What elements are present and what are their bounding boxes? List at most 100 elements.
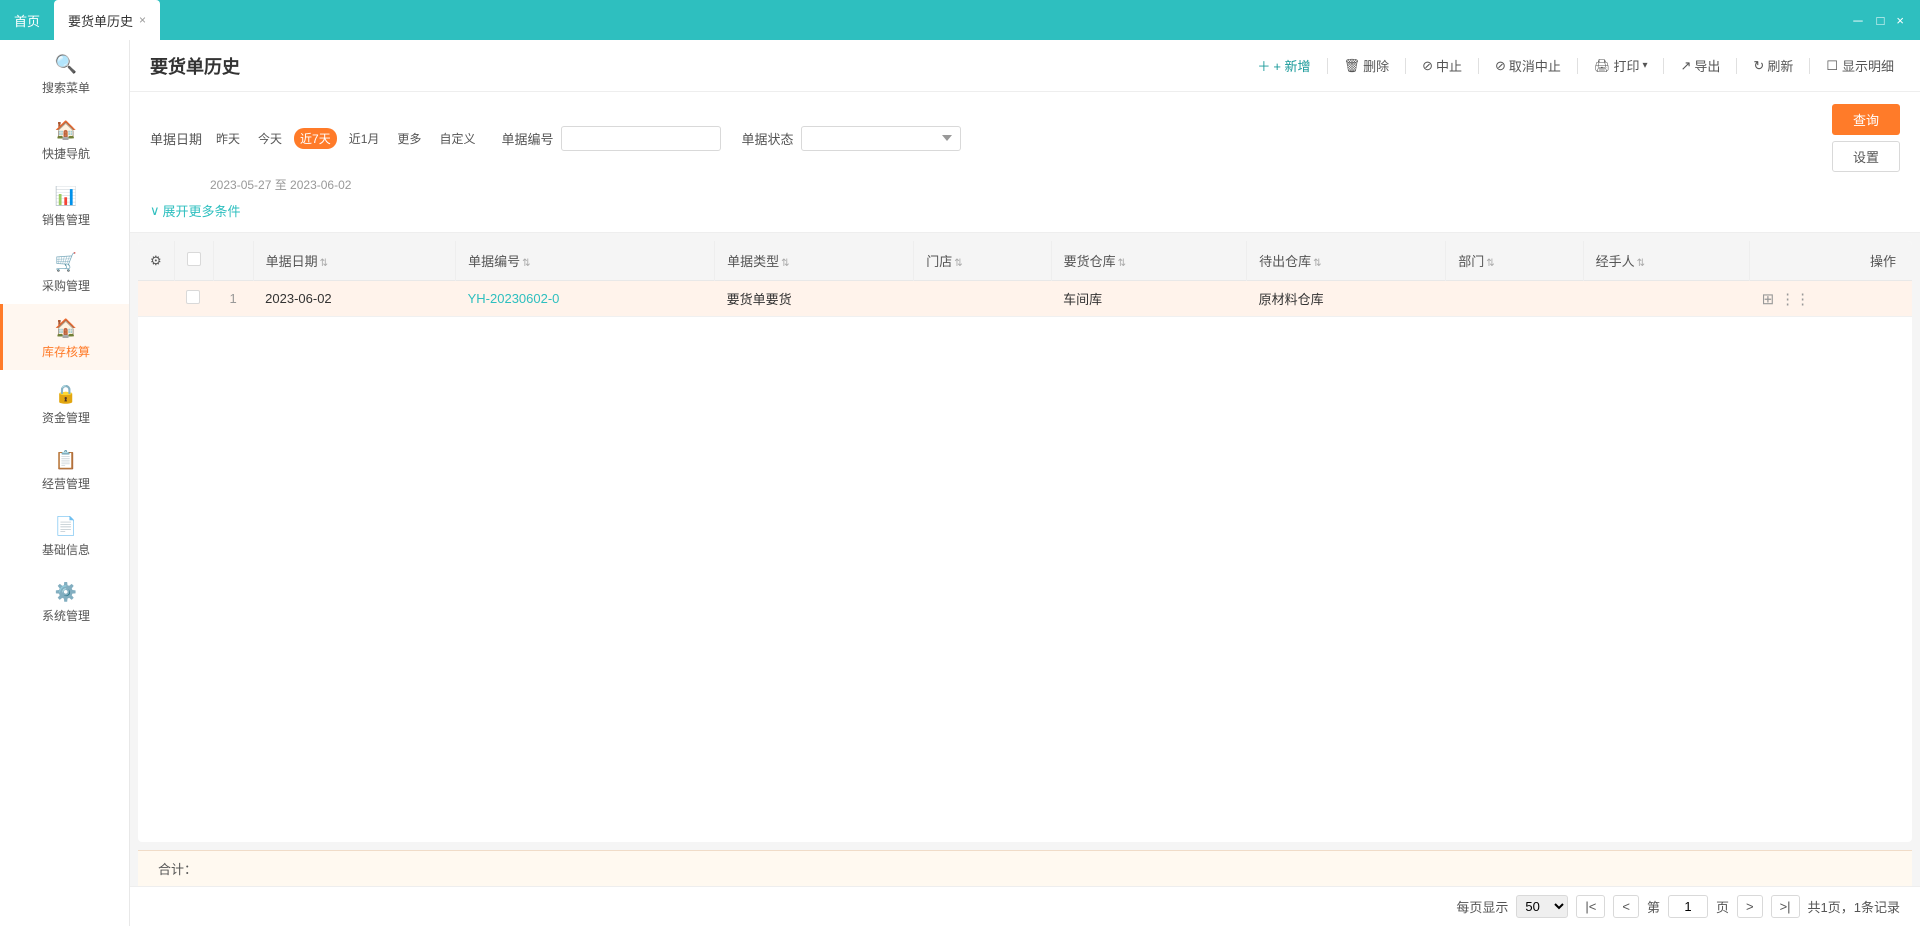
expand-filter[interactable]: ∨ 展开更多条件 bbox=[150, 201, 1900, 220]
stop-icon: ⊘ bbox=[1422, 58, 1433, 74]
row-more-icon[interactable]: ⋮⋮ bbox=[1780, 290, 1810, 308]
export-label: 导出 bbox=[1694, 56, 1720, 75]
sidebar-item-purchase[interactable]: 🛒 采购管理 bbox=[0, 238, 129, 304]
sidebar-item-operations[interactable]: 📋 经营管理 bbox=[0, 436, 129, 502]
date-options: 昨天 今天 近7天 近1月 更多 自定义 bbox=[210, 128, 481, 149]
action-icons: ⊞ ⋮⋮ bbox=[1762, 290, 1900, 308]
inventory-icon: 🏠 bbox=[55, 318, 77, 339]
sidebar-item-inventory[interactable]: 🏠 库存核算 bbox=[0, 304, 129, 370]
display-checkbox: ☐ bbox=[1826, 58, 1838, 74]
system-icon: ⚙️ bbox=[55, 582, 77, 603]
table-container: ⚙ 单据日期⇅ 单据编号⇅ 单据类型⇅ bbox=[138, 241, 1912, 842]
query-button[interactable]: 查询 bbox=[1832, 104, 1900, 135]
first-page-button[interactable]: |< bbox=[1576, 895, 1605, 918]
sidebar-item-sales[interactable]: 📊 销售管理 bbox=[0, 172, 129, 238]
sidebar-label-quick-nav: 快捷导航 bbox=[42, 145, 90, 162]
delete-button[interactable]: 🗑 删除 bbox=[1338, 52, 1396, 79]
expand-icon: ∨ bbox=[150, 203, 160, 219]
date-btn-custom[interactable]: 自定义 bbox=[433, 128, 481, 149]
date-btn-yesterday[interactable]: 昨天 bbox=[210, 128, 246, 149]
row-department bbox=[1446, 281, 1583, 317]
col-action: 操作 bbox=[1750, 241, 1912, 281]
content-area: 要货单历史 ＋ + 新增 🗑 删除 ⊘ 中止 ⊘ bbox=[130, 40, 1920, 926]
filter-actions: 查询 设置 bbox=[1832, 104, 1900, 172]
row-edit-icon[interactable]: ⊞ bbox=[1762, 290, 1775, 308]
export-button[interactable]: ↗ 导出 bbox=[1674, 52, 1726, 79]
quick-nav-icon: 🏠 bbox=[55, 120, 77, 141]
last-page-button[interactable]: >| bbox=[1771, 895, 1800, 918]
tab-requisition-history[interactable]: 要货单历史 × bbox=[54, 0, 160, 40]
sales-icon: 📊 bbox=[55, 186, 77, 207]
date-range-display: 2023-05-27 至 2023-06-02 bbox=[210, 176, 1900, 193]
row-doc-type: 要货单要货 bbox=[715, 281, 914, 317]
col-settings[interactable]: ⚙ bbox=[138, 241, 174, 281]
sidebar-item-system[interactable]: ⚙️ 系统管理 bbox=[0, 568, 129, 634]
cancel-stop-button[interactable]: ⊘ 取消中止 bbox=[1489, 52, 1567, 79]
sort-icon-doc-date: ⇅ bbox=[320, 258, 328, 269]
per-page-select[interactable]: 50 100 bbox=[1516, 895, 1568, 918]
next-page-button[interactable]: > bbox=[1737, 895, 1763, 918]
page-suffix: 页 bbox=[1716, 897, 1729, 916]
main-layout: 🔍 搜索菜单 🏠 快捷导航 📊 销售管理 🛒 采购管理 🏠 库存核算 🔒 资金管… bbox=[0, 40, 1920, 926]
doc-date-filter: 单据日期 昨天 今天 近7天 近1月 更多 自定义 bbox=[150, 128, 481, 149]
print-button[interactable]: 🖨 打印 ▾ bbox=[1588, 52, 1654, 79]
header-checkbox[interactable] bbox=[187, 252, 201, 266]
row-action: ⊞ ⋮⋮ bbox=[1750, 281, 1912, 317]
date-range-text: 2023-05-27 至 2023-06-02 bbox=[210, 178, 351, 192]
per-page-label: 每页显示 bbox=[1456, 897, 1508, 916]
display-detail-button[interactable]: ☐ 显示明细 bbox=[1820, 52, 1900, 79]
window-maximize-icon[interactable]: □ bbox=[1877, 13, 1885, 28]
window-close-icon[interactable]: × bbox=[1896, 13, 1904, 28]
basic-info-icon: 📄 bbox=[55, 516, 77, 537]
filter-settings-button[interactable]: 设置 bbox=[1832, 141, 1900, 172]
tab-home-label: 首页 bbox=[14, 11, 40, 30]
refresh-button[interactable]: ↻ 刷新 bbox=[1747, 52, 1799, 79]
col-store[interactable]: 门店⇅ bbox=[914, 241, 1051, 281]
divider-5 bbox=[1663, 58, 1664, 74]
prev-page-button[interactable]: < bbox=[1613, 895, 1639, 918]
tab-close-icon[interactable]: × bbox=[139, 13, 146, 27]
col-doc-type[interactable]: 单据类型⇅ bbox=[715, 241, 914, 281]
col-department[interactable]: 部门⇅ bbox=[1446, 241, 1583, 281]
row-checkbox-cell bbox=[174, 281, 213, 317]
sidebar-label-search-menu: 搜索菜单 bbox=[42, 79, 90, 96]
sidebar-label-inventory: 库存核算 bbox=[42, 343, 90, 360]
sidebar: 🔍 搜索菜单 🏠 快捷导航 📊 销售管理 🛒 采购管理 🏠 库存核算 🔒 资金管… bbox=[0, 40, 130, 926]
new-label: + 新增 bbox=[1273, 56, 1310, 75]
sidebar-item-basic-info[interactable]: 📄 基础信息 bbox=[0, 502, 129, 568]
pagination-bar: 每页显示 50 100 |< < 第 页 > >| 共1页，1条记录 bbox=[130, 886, 1920, 926]
stop-button[interactable]: ⊘ 中止 bbox=[1416, 52, 1468, 79]
col-handler[interactable]: 经手人⇅ bbox=[1583, 241, 1749, 281]
col-pending-warehouse[interactable]: 待出仓库⇅ bbox=[1247, 241, 1446, 281]
page-label: 第 bbox=[1647, 897, 1660, 916]
row-pending-warehouse: 原材料仓库 bbox=[1247, 281, 1446, 317]
sidebar-label-finance: 资金管理 bbox=[42, 409, 90, 426]
page-number-input[interactable] bbox=[1668, 895, 1708, 918]
total-info: 共1页，1条记录 bbox=[1808, 897, 1900, 916]
col-doc-date[interactable]: 单据日期⇅ bbox=[253, 241, 455, 281]
new-button[interactable]: ＋ + 新增 bbox=[1251, 52, 1316, 79]
sidebar-item-finance[interactable]: 🔒 资金管理 bbox=[0, 370, 129, 436]
doc-status-select[interactable] bbox=[801, 126, 961, 151]
col-doc-number[interactable]: 单据编号⇅ bbox=[456, 241, 715, 281]
sidebar-item-quick-nav[interactable]: 🏠 快捷导航 bbox=[0, 106, 129, 172]
print-icon: 🖨 bbox=[1594, 58, 1611, 74]
delete-label: 删除 bbox=[1363, 56, 1389, 75]
sidebar-label-system: 系统管理 bbox=[42, 607, 90, 624]
sidebar-item-search-menu[interactable]: 🔍 搜索菜单 bbox=[0, 40, 129, 106]
page-title: 要货单历史 bbox=[150, 53, 240, 91]
doc-number-input[interactable] bbox=[561, 126, 721, 151]
col-req-warehouse[interactable]: 要货仓库⇅ bbox=[1051, 241, 1247, 281]
top-bar: 首页 要货单历史 × － □ × bbox=[0, 0, 1920, 40]
window-minimize-icon[interactable]: － bbox=[1852, 11, 1865, 30]
doc-number-link[interactable]: YH-20230602-0 bbox=[468, 291, 560, 306]
date-btn-1month[interactable]: 近1月 bbox=[343, 128, 386, 149]
print-label: 打印 bbox=[1613, 56, 1639, 75]
tab-requisition-label: 要货单历史 bbox=[68, 11, 133, 30]
date-btn-7days[interactable]: 近7天 bbox=[294, 128, 337, 149]
tab-home[interactable]: 首页 bbox=[0, 0, 54, 40]
date-btn-more[interactable]: 更多 bbox=[391, 128, 427, 149]
date-btn-today[interactable]: 今天 bbox=[252, 128, 288, 149]
col-num bbox=[213, 241, 253, 281]
row-checkbox[interactable] bbox=[186, 290, 200, 304]
